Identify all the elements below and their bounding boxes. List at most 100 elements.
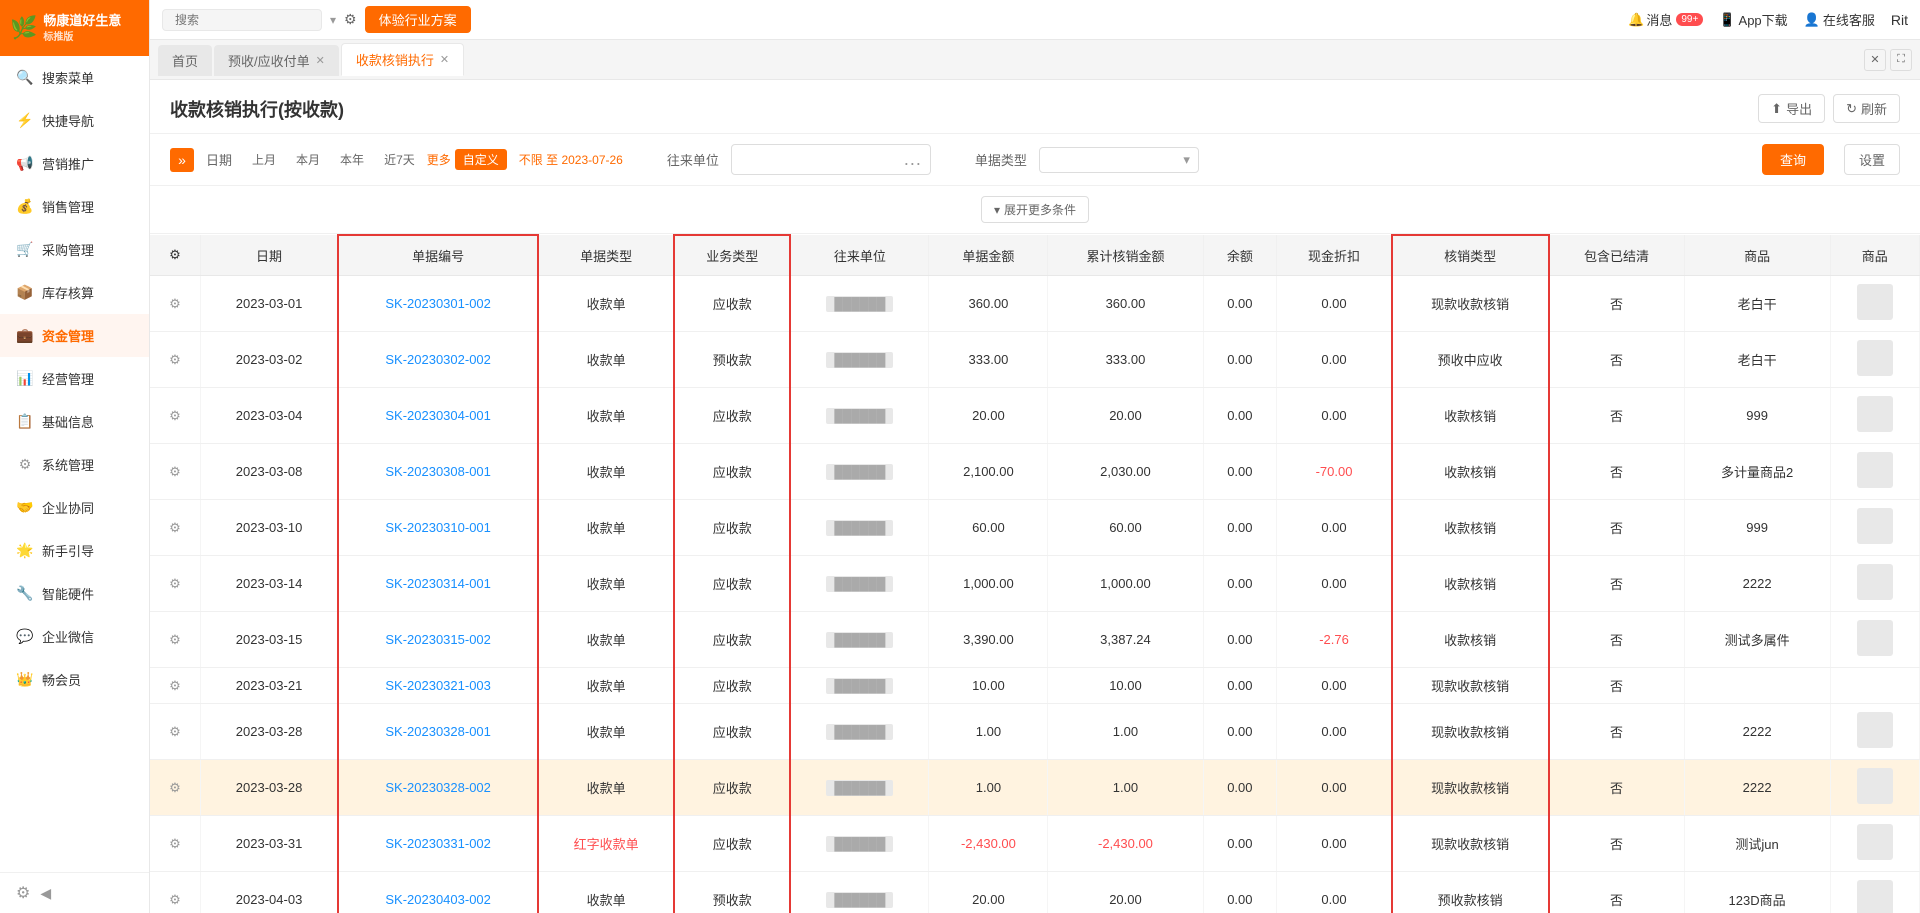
td-settings-3[interactable]: ⚙ — [150, 444, 200, 500]
partner-input[interactable]: ... — [731, 144, 931, 175]
sidebar-item-quick[interactable]: ⚡快捷导航 — [0, 99, 149, 142]
doc-no-link[interactable]: SK-20230302-002 — [385, 352, 491, 367]
td-include_settled-9: 否 — [1549, 760, 1685, 816]
date-option-4[interactable]: 更多 — [427, 151, 451, 168]
tab-collection[interactable]: 收款核销执行✕ — [341, 43, 464, 76]
doc-no-link[interactable]: SK-20230314-001 — [385, 576, 491, 591]
doc-type-select[interactable]: ▾ — [1039, 147, 1199, 173]
settings-col-icon[interactable]: ⚙ — [169, 836, 181, 851]
sidebar-item-member[interactable]: 👑畅会员 — [0, 658, 149, 701]
settings-col-icon[interactable]: ⚙ — [169, 724, 181, 739]
td-doc_no-10[interactable]: SK-20230331-002 — [338, 816, 538, 872]
doc-no-link[interactable]: SK-20230331-002 — [385, 836, 491, 851]
settings-col-icon[interactable]: ⚙ — [169, 632, 181, 647]
td-doc_no-2[interactable]: SK-20230304-001 — [338, 388, 538, 444]
td-partner-8: ██████ — [790, 704, 929, 760]
doc-no-link[interactable]: SK-20230315-002 — [385, 632, 491, 647]
td-doc_no-4[interactable]: SK-20230310-001 — [338, 500, 538, 556]
user-name[interactable]: Rit — [1891, 12, 1908, 28]
tab-close-prepay[interactable]: ✕ — [316, 54, 325, 67]
td-doc_no-11[interactable]: SK-20230403-002 — [338, 872, 538, 913]
td-doc_no-7[interactable]: SK-20230321-003 — [338, 668, 538, 704]
export-button[interactable]: ⬆ 导出 — [1758, 94, 1825, 123]
refresh-button[interactable]: ↻ 刷新 — [1833, 94, 1900, 123]
doc-no-link[interactable]: SK-20230328-002 — [385, 780, 491, 795]
tab-home[interactable]: 首页 — [158, 45, 212, 76]
collapse-icon[interactable]: ◀ — [40, 885, 51, 902]
td-discount-7: 0.00 — [1277, 668, 1392, 704]
settings-col-icon[interactable]: ⚙ — [169, 520, 181, 535]
app-download[interactable]: 📱 App下载 — [1719, 10, 1787, 29]
topbar-gear-icon[interactable]: ⚙ — [344, 11, 357, 28]
settings-col-icon[interactable]: ⚙ — [169, 892, 181, 907]
td-doc_no-1[interactable]: SK-20230302-002 — [338, 332, 538, 388]
sidebar-item-marketing[interactable]: 📢营销推广 — [0, 142, 149, 185]
settings-col-icon[interactable]: ⚙ — [169, 352, 181, 367]
close-tab-button[interactable]: ✕ — [1864, 49, 1886, 71]
td-settings-9[interactable]: ⚙ — [150, 760, 200, 816]
sidebar-item-system[interactable]: ⚙系统管理 — [0, 443, 149, 486]
doc-no-link[interactable]: SK-20230403-002 — [385, 892, 491, 907]
date-custom-btn[interactable]: 自定义 — [455, 149, 507, 170]
doc-no-link[interactable]: SK-20230301-002 — [385, 296, 491, 311]
td-doc_no-5[interactable]: SK-20230314-001 — [338, 556, 538, 612]
expand-more-button[interactable]: ▾ 展开更多条件 — [981, 196, 1089, 223]
partner-dots[interactable]: ... — [904, 149, 922, 170]
sidebar-item-finance[interactable]: 💼资金管理 — [0, 314, 149, 357]
doc-no-link[interactable]: SK-20230308-001 — [385, 464, 491, 479]
td-date-7: 2023-03-21 — [200, 668, 338, 704]
online-service[interactable]: 👤 在线客服 — [1804, 10, 1875, 29]
date-option-2[interactable]: 本年 — [332, 149, 372, 170]
sidebar-item-enterprise[interactable]: 🤝企业协同 — [0, 486, 149, 529]
settings-col-icon[interactable]: ⚙ — [169, 576, 181, 591]
sidebar-item-wechat[interactable]: 💬企业微信 — [0, 615, 149, 658]
doc-no-link[interactable]: SK-20230328-001 — [385, 724, 491, 739]
settings-col-icon[interactable]: ⚙ — [169, 678, 181, 693]
td-settings-1[interactable]: ⚙ — [150, 332, 200, 388]
td-settings-8[interactable]: ⚙ — [150, 704, 200, 760]
sidebar-item-search[interactable]: 🔍搜索菜单 — [0, 56, 149, 99]
msg-area[interactable]: 🔔 消息 99+ — [1628, 10, 1703, 29]
sidebar-item-sales[interactable]: 💰销售管理 — [0, 185, 149, 228]
td-settings-6[interactable]: ⚙ — [150, 612, 200, 668]
sidebar-item-basic[interactable]: 📋基础信息 — [0, 400, 149, 443]
doc-no-link[interactable]: SK-20230310-001 — [385, 520, 491, 535]
settings-icon[interactable]: ⚙ — [16, 883, 30, 903]
td-doc_no-3[interactable]: SK-20230308-001 — [338, 444, 538, 500]
sidebar-item-inventory[interactable]: 📦库存核算 — [0, 271, 149, 314]
doc-no-link[interactable]: SK-20230304-001 — [385, 408, 491, 423]
date-option-3[interactable]: 近7天 — [376, 149, 423, 170]
tab-prepay[interactable]: 预收/应收付单✕ — [214, 45, 339, 76]
tab-close-collection[interactable]: ✕ — [440, 53, 449, 66]
date-option-1[interactable]: 本月 — [288, 149, 328, 170]
td-settings-4[interactable]: ⚙ — [150, 500, 200, 556]
query-button[interactable]: 查询 — [1762, 144, 1824, 175]
td-settings-7[interactable]: ⚙ — [150, 668, 200, 704]
settings-col-icon[interactable]: ⚙ — [169, 296, 181, 311]
td-doc_no-9[interactable]: SK-20230328-002 — [338, 760, 538, 816]
sidebar-item-guide[interactable]: 🌟新手引导 — [0, 529, 149, 572]
td-balance-7: 0.00 — [1203, 668, 1277, 704]
maximize-tab-button[interactable]: ⛶ — [1890, 49, 1912, 71]
sidebar-item-hardware[interactable]: 🔧智能硬件 — [0, 572, 149, 615]
date-option-0[interactable]: 上月 — [244, 149, 284, 170]
sidebar-item-purchase[interactable]: 🛒采购管理 — [0, 228, 149, 271]
filter-toggle-button[interactable]: » — [170, 148, 194, 172]
td-doc_no-8[interactable]: SK-20230328-001 — [338, 704, 538, 760]
sidebar-item-operations[interactable]: 📊经营管理 — [0, 357, 149, 400]
td-doc_no-0[interactable]: SK-20230301-002 — [338, 276, 538, 332]
solution-button[interactable]: 体验行业方案 — [365, 6, 471, 33]
settings-col-icon[interactable]: ⚙ — [169, 464, 181, 479]
settings-col-icon[interactable]: ⚙ — [169, 780, 181, 795]
td-discount-11: 0.00 — [1277, 872, 1392, 913]
td-settings-11[interactable]: ⚙ — [150, 872, 200, 913]
td-settings-0[interactable]: ⚙ — [150, 276, 200, 332]
doc-no-link[interactable]: SK-20230321-003 — [385, 678, 491, 693]
td-doc_no-6[interactable]: SK-20230315-002 — [338, 612, 538, 668]
topbar-search-input[interactable] — [162, 9, 322, 31]
filter-settings-button[interactable]: 设置 — [1844, 144, 1900, 175]
td-settings-10[interactable]: ⚙ — [150, 816, 200, 872]
settings-col-icon[interactable]: ⚙ — [169, 408, 181, 423]
td-settings-5[interactable]: ⚙ — [150, 556, 200, 612]
td-settings-2[interactable]: ⚙ — [150, 388, 200, 444]
